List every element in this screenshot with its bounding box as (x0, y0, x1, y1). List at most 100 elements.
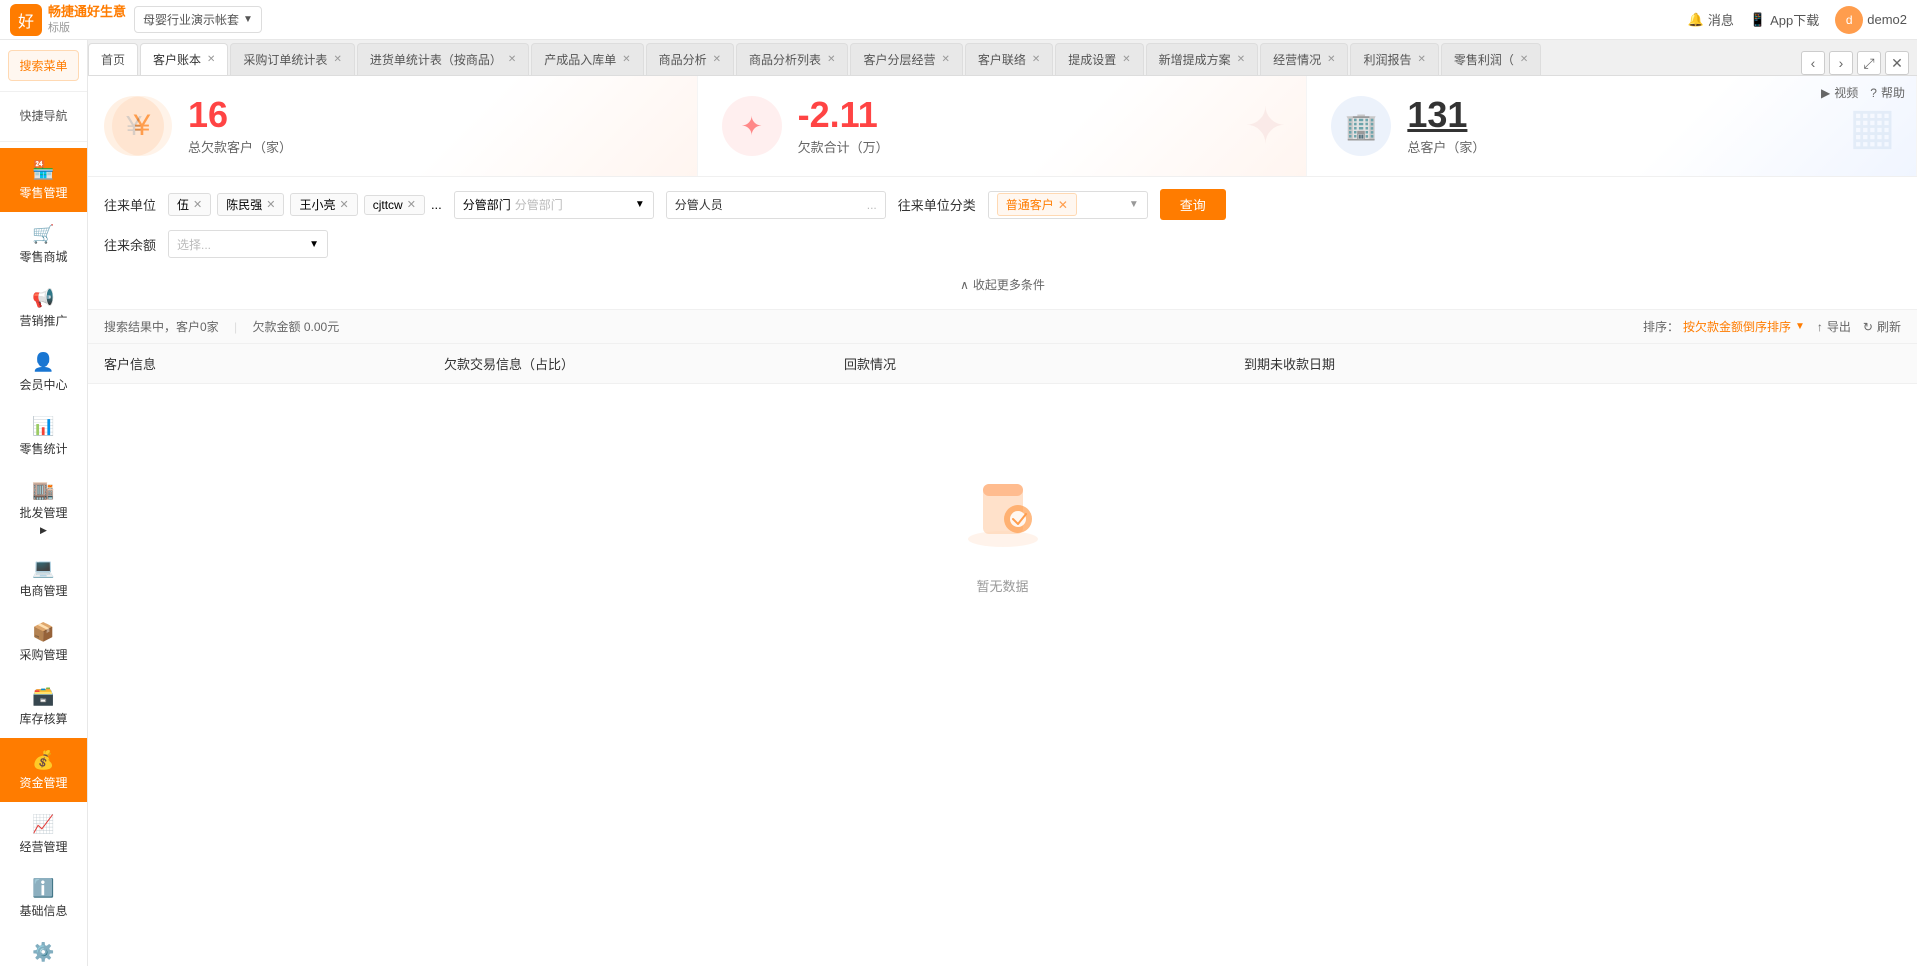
sidebar-item-marketing-label: 营销推广 (19, 313, 67, 330)
tab-tip-settings[interactable]: 提成设置 ✕ (1055, 43, 1143, 75)
sidebar-item-wholesale[interactable]: 🏬 批发管理 ▶ (0, 468, 87, 547)
dept-selector[interactable]: 分管部门 分管部门 ▼ (454, 191, 654, 219)
tab-customer-account-close[interactable]: ✕ (207, 54, 215, 65)
tab-purchase-order-close[interactable]: ✕ (333, 54, 341, 65)
tab-profit-report-close[interactable]: ✕ (1418, 54, 1426, 65)
info-icon: ℹ️ (32, 876, 54, 901)
message-label: 消息 (1708, 10, 1734, 29)
sidebar-item-ecommerce-label: 电商管理 (19, 583, 67, 600)
unit-tag-wu-close[interactable]: ✕ (193, 198, 202, 211)
th-debt: 欠款交易信息（占比） (444, 354, 844, 373)
sidebar-item-purchase-label: 采购管理 (19, 647, 67, 664)
stat-value-customers: 16 (188, 97, 292, 133)
app-suite-label: 母婴行业演示帐套 (143, 11, 239, 28)
unit-tags-more[interactable]: ... (431, 197, 442, 212)
tab-customer-segment[interactable]: 客户分层经营 ✕ (850, 43, 962, 75)
tab-maximize[interactable]: ⤢ (1857, 51, 1881, 75)
tab-cost-in-close[interactable]: ✕ (622, 54, 630, 65)
unit-tag-wang-close[interactable]: ✕ (340, 198, 349, 211)
stat-label-total: 总客户（家） (1407, 137, 1485, 156)
logo-main: 畅捷通好生意 (48, 4, 126, 21)
unit-type-tag-text: 普通客户 (1006, 196, 1054, 213)
tab-customer-account[interactable]: 客户账本 ✕ (140, 43, 228, 75)
video-help-button[interactable]: ▶ 视频 (1821, 84, 1858, 101)
unit-type-tag-close[interactable]: ✕ (1058, 198, 1068, 212)
stat-label-debt: 欠款合计（万） (798, 137, 889, 156)
app-suite-selector[interactable]: 母婴行业演示帐套 ▼ (134, 6, 262, 33)
tab-customer-segment-close[interactable]: ✕ (941, 54, 949, 65)
tab-biz-status[interactable]: 经营情况 ✕ (1260, 43, 1348, 75)
table-header: 客户信息 欠款交易信息（占比） 回款情况 到期未收款日期 (88, 344, 1917, 384)
remain-selector[interactable]: 选择... ▼ (168, 230, 328, 258)
tab-goods-analysis-list-close[interactable]: ✕ (827, 54, 835, 65)
sidebar-item-retail-mgmt-label: 零售管理 (19, 185, 67, 202)
sidebar-item-retail-mgmt[interactable]: 🏪 零售管理 (0, 148, 87, 212)
tab-stock-stat-label: 进货单统计表（按商品） (370, 51, 502, 68)
sidebar-item-basic-info[interactable]: ℹ️ 基础信息 (0, 866, 87, 930)
unit-tag-chen-close[interactable]: ✕ (266, 198, 275, 211)
th-customer: 客户信息 (104, 354, 444, 373)
person-input[interactable]: 分管人员 ... (666, 191, 886, 219)
sidebar-item-quick-nav[interactable]: 快捷导航 (0, 100, 87, 133)
tab-close-all[interactable]: ✕ (1885, 51, 1909, 75)
sidebar-item-retail-stat[interactable]: 📊 零售统计 (0, 404, 87, 468)
sidebar-item-operations[interactable]: 📈 经营管理 (0, 802, 87, 866)
sort-chevron[interactable]: ▼ (1795, 321, 1805, 332)
shop-icon: 🛒 (32, 222, 54, 247)
tab-retail-profit[interactable]: 零售利润（ ✕ (1441, 43, 1541, 75)
tab-goods-analysis[interactable]: 商品分析 ✕ (646, 43, 734, 75)
sidebar-item-retail-stat-label: 零售统计 (19, 441, 67, 458)
content-area: 首页 客户账本 ✕ 采购订单统计表 ✕ 进货单统计表（按商品） ✕ (88, 40, 1917, 966)
sidebar-item-finance[interactable]: 💰 资金管理 (0, 738, 87, 802)
tab-scroll-right[interactable]: › (1829, 51, 1853, 75)
query-button[interactable]: 查询 (1160, 189, 1226, 220)
unit-tag-cjttcw-close[interactable]: ✕ (407, 198, 416, 211)
unit-tag-chen-text: 陈民强 (226, 196, 262, 213)
tab-profit-report[interactable]: 利润报告 ✕ (1350, 43, 1438, 75)
stat-value-debt: -2.11 (798, 97, 889, 133)
stat-info-debt: -2.11 欠款合计（万） (798, 97, 889, 156)
refresh-button[interactable]: ↻ 刷新 (1863, 318, 1901, 335)
refresh-icon: ↻ (1863, 320, 1873, 334)
tab-cost-in[interactable]: 产成品入库单 ✕ (531, 43, 643, 75)
sidebar-item-marketing[interactable]: 📢 营销推广 (0, 276, 87, 340)
tab-goods-analysis-list[interactable]: 商品分析列表 ✕ (736, 43, 848, 75)
person-more[interactable]: ... (867, 198, 877, 212)
search-menu-button[interactable]: 搜索菜单 (8, 50, 79, 81)
message-button[interactable]: 🔔 消息 (1688, 10, 1734, 29)
tab-stock-stat[interactable]: 进货单统计表（按商品） ✕ (357, 43, 529, 75)
debt-amount-label: 欠款金额 0.00元 (253, 320, 340, 334)
user-menu[interactable]: d demo2 (1835, 6, 1907, 34)
sidebar-item-purchase[interactable]: 📦 采购管理 (0, 610, 87, 674)
unit-type-selector[interactable]: 普通客户 ✕ ▼ (988, 191, 1148, 219)
sidebar: 搜索菜单 快捷导航 🏪 零售管理 🛒 零售商城 📢 营销推广 (0, 40, 88, 966)
sidebar-item-inventory[interactable]: 🗃️ 库存核算 (0, 674, 87, 738)
collapse-label: 收起更多条件 (973, 276, 1045, 293)
tab-new-tip-plan[interactable]: 新增提成方案 ✕ (1146, 43, 1258, 75)
tab-scroll-left[interactable]: ‹ (1801, 51, 1825, 75)
tab-new-tip-plan-close[interactable]: ✕ (1237, 54, 1245, 65)
sidebar-item-retail-mall[interactable]: 🛒 零售商城 (0, 212, 87, 276)
tab-stock-stat-close[interactable]: ✕ (508, 54, 516, 65)
tab-customer-contact-close[interactable]: ✕ (1032, 54, 1040, 65)
help-button[interactable]: ? 帮助 (1870, 84, 1905, 101)
tab-new-tip-plan-label: 新增提成方案 (1159, 51, 1231, 68)
tab-bar: 首页 客户账本 ✕ 采购订单统计表 ✕ 进货单统计表（按商品） ✕ (88, 40, 1917, 76)
tab-goods-analysis-close[interactable]: ✕ (713, 54, 721, 65)
stat-info-total: 131 总客户（家） (1407, 97, 1485, 156)
sidebar-item-ecommerce[interactable]: 💻 电商管理 (0, 546, 87, 610)
app-download-button[interactable]: 📱 App下载 (1750, 10, 1819, 29)
tab-purchase-order[interactable]: 采购订单统计表 ✕ (230, 43, 354, 75)
sidebar-item-member[interactable]: 👤 会员中心 (0, 340, 87, 404)
sidebar-item-sys-mgmt[interactable]: ⚙️ 系统管理 (0, 930, 87, 966)
logo-sub: 标版 (48, 21, 126, 35)
tab-retail-profit-close[interactable]: ✕ (1520, 54, 1528, 65)
tab-customer-contact[interactable]: 客户联络 ✕ (965, 43, 1053, 75)
member-icon: 👤 (32, 350, 54, 375)
remain-placeholder: 选择... (177, 236, 211, 253)
collapse-button[interactable]: ∧ 收起更多条件 (104, 272, 1901, 297)
tab-home[interactable]: 首页 (88, 43, 138, 75)
tab-tip-settings-close[interactable]: ✕ (1122, 54, 1130, 65)
export-button[interactable]: ↑ 导出 (1817, 318, 1851, 335)
tab-biz-status-close[interactable]: ✕ (1327, 54, 1335, 65)
